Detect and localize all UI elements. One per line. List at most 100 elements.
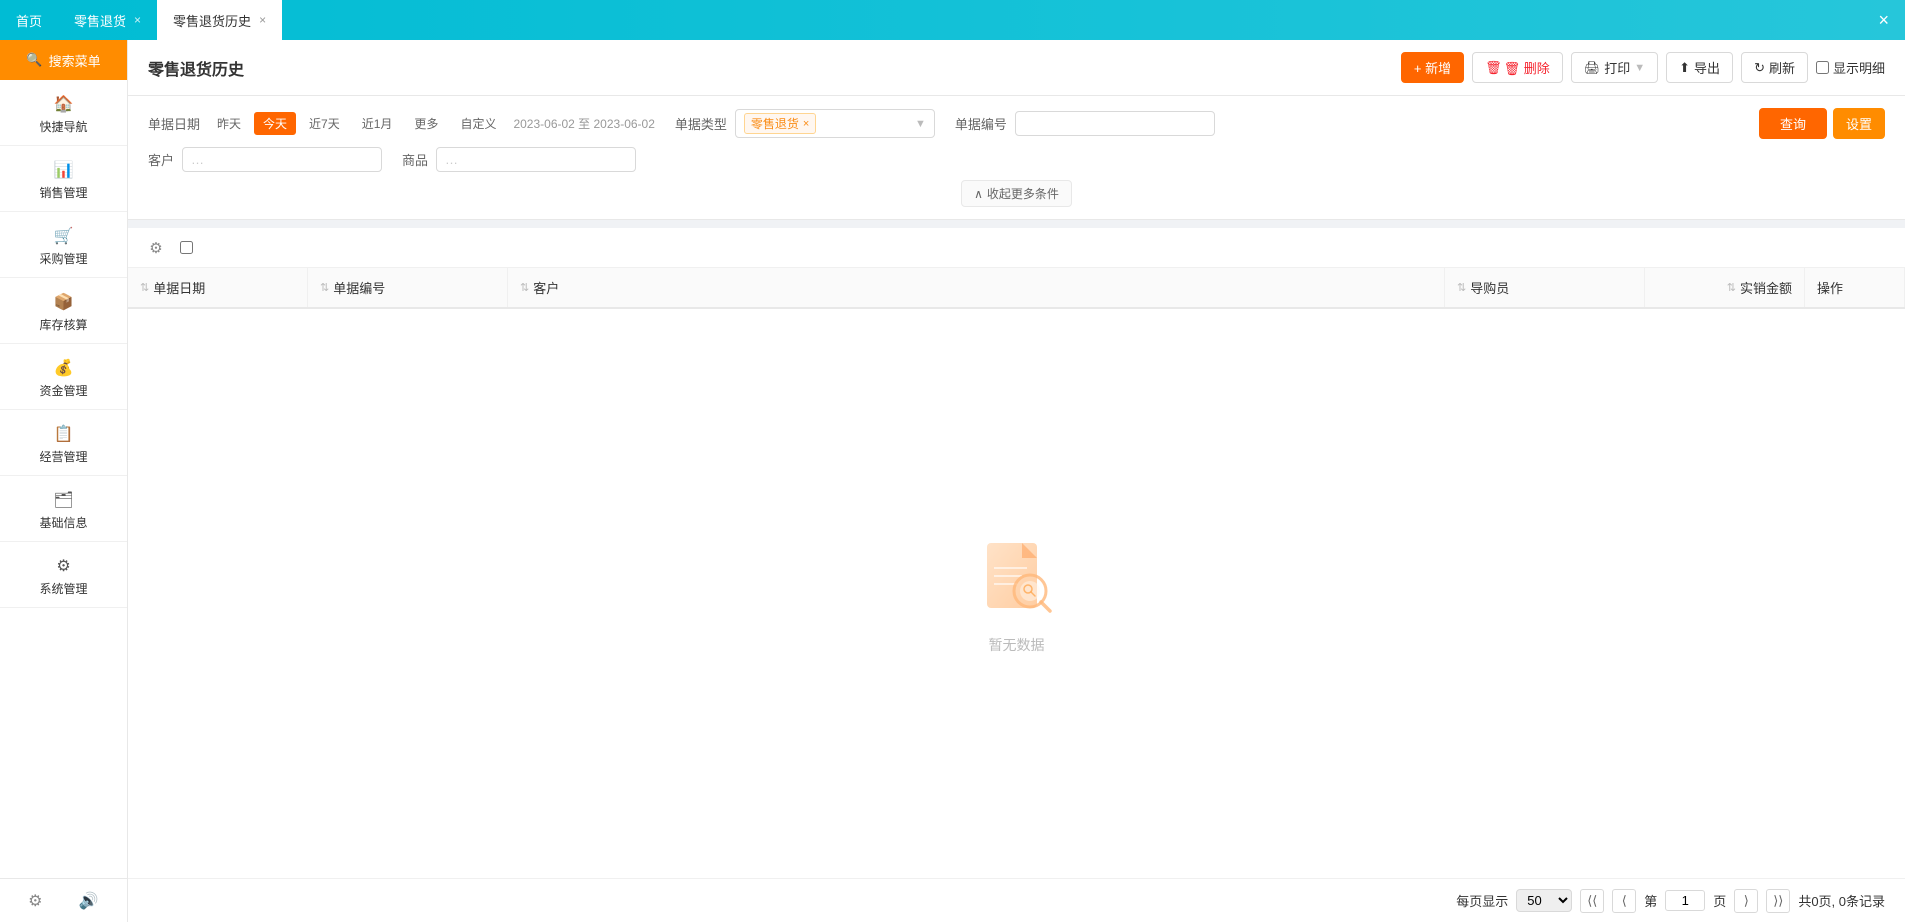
tab-retail-return[interactable]: 零售退货 × [58, 0, 157, 40]
th-number-sort: ⇅ [320, 281, 329, 294]
th-date[interactable]: ⇅ 单据日期 [128, 268, 308, 307]
th-customer-sort: ⇅ [520, 281, 529, 294]
total-text: 共0页, 0条记录 [1798, 891, 1885, 910]
sidebar-item-operations[interactable]: 📋 经营管理 [0, 410, 127, 476]
collapse-button[interactable]: ∧ 收起更多条件 [961, 180, 1072, 207]
sidebar-item-sales[interactable]: 📊 销售管理 [0, 146, 127, 212]
sidebar-item-basic-info[interactable]: 🗂 基础信息 [0, 476, 127, 542]
page-number-input[interactable] [1665, 890, 1705, 911]
tab-retail-return-history[interactable]: 零售退货历史 × [157, 0, 282, 40]
prev-page-button[interactable]: ⟨ [1612, 889, 1636, 913]
tab-retail-return-close[interactable]: × [134, 13, 141, 27]
filter-area: 单据日期 昨天 今天 近7天 近1月 更多 自定义 2023-06-02 至 2… [128, 96, 1905, 220]
filter-type: 单据类型 零售退货 × ▼ [675, 109, 935, 138]
tab-home[interactable]: 首页 [0, 0, 58, 40]
date-btn-today[interactable]: 今天 [254, 112, 296, 135]
first-page-button[interactable]: ⟨⟨ [1580, 889, 1604, 913]
goods-filter-label: 商品 [402, 150, 428, 169]
sidebar-item-purchase[interactable]: 🛒 采购管理 [0, 212, 127, 278]
date-filter-label: 单据日期 [148, 114, 200, 133]
date-btn-7days[interactable]: 近7天 [300, 112, 349, 135]
print-dropdown-icon: ▼ [1634, 62, 1645, 74]
sidebar-item-finance-label: 资金管理 [39, 382, 87, 399]
next-page-button[interactable]: ⟩ [1734, 889, 1758, 913]
filter-number: 单据编号 [955, 111, 1215, 136]
tab-retail-return-label: 零售退货 [74, 11, 126, 30]
delete-button[interactable]: 🗑 🗑 删除 [1472, 52, 1563, 83]
filter-goods: 商品 [402, 147, 636, 172]
type-tag-label: 零售退货 [751, 115, 799, 132]
th-amount-label: 实销金额 [1740, 278, 1792, 297]
filter-row-2: 客户 商品 [148, 147, 1885, 172]
th-number-label: 单据编号 [333, 278, 385, 297]
export-label: 导出 [1694, 58, 1720, 77]
th-guide-sort: ⇅ [1457, 281, 1466, 294]
sidebar-item-inventory-label: 库存核算 [39, 316, 87, 333]
sidebar-item-operations-label: 经营管理 [39, 448, 87, 465]
empty-text: 暂无数据 [989, 635, 1045, 655]
th-customer[interactable]: ⇅ 客户 [508, 268, 1445, 307]
filter-customer: 客户 [148, 147, 382, 172]
sidebar-item-basic-info-label: 基础信息 [39, 514, 87, 531]
date-btn-more[interactable]: 更多 [405, 112, 447, 135]
sidebar-item-quick-nav[interactable]: 🏠 快捷导航 [0, 80, 127, 146]
new-button[interactable]: + 新增 [1401, 52, 1464, 83]
display-detail-checkbox-group[interactable]: 显示明细 [1816, 58, 1885, 77]
table-toolbar: ⚙ [128, 228, 1905, 268]
th-action-label: 操作 [1817, 278, 1843, 297]
type-filter-select[interactable]: 零售退货 × ▼ [735, 109, 935, 138]
tab-home-label: 首页 [16, 11, 42, 30]
sidebar-item-finance[interactable]: 💰 资金管理 [0, 344, 127, 410]
pagination: 每页显示 50 100 200 ⟨⟨ ⟨ 第 页 ⟩ ⟩⟩ 共0页, 0条记录 [128, 878, 1905, 922]
refresh-button[interactable]: ↻ 刷新 [1741, 52, 1808, 83]
select-all-checkbox-cell[interactable] [168, 241, 204, 254]
tab-list: 首页 零售退货 × 零售退货历史 × [0, 0, 1862, 40]
query-button[interactable]: 查询 [1759, 108, 1827, 139]
print-button[interactable]: 🖨 打印 ▼ [1571, 52, 1658, 83]
customer-filter-label: 客户 [148, 150, 174, 169]
th-customer-label: 客户 [533, 278, 559, 297]
volume-icon[interactable]: 🔊 [79, 891, 99, 911]
sales-icon: 📊 [54, 160, 74, 180]
export-button[interactable]: ⬆ 导出 [1666, 52, 1733, 83]
action-buttons-right: 查询 设置 [1759, 108, 1885, 139]
date-buttons: 昨天 今天 近7天 近1月 更多 自定义 [208, 112, 505, 135]
type-tag-close[interactable]: × [803, 118, 809, 130]
filter-row-1: 单据日期 昨天 今天 近7天 近1月 更多 自定义 2023-06-02 至 2… [148, 108, 1885, 139]
display-detail-checkbox[interactable] [1816, 61, 1829, 74]
sidebar-menu: 🏠 快捷导航 📊 销售管理 🛒 采购管理 📦 库存核算 💰 资金管理 📋 [0, 80, 127, 878]
sidebar-search[interactable]: 🔍 搜索菜单 [0, 40, 127, 80]
export-icon: ⬆ [1679, 60, 1690, 76]
th-guide[interactable]: ⇅ 导购员 [1445, 268, 1645, 307]
empty-state: 暂无数据 [972, 533, 1062, 655]
th-amount[interactable]: ⇅ 实销金额 [1645, 268, 1805, 307]
type-filter-label: 单据类型 [675, 114, 727, 133]
display-detail-label: 显示明细 [1833, 58, 1885, 77]
customer-filter-input[interactable] [182, 147, 382, 172]
top-bar: 首页 零售退货 × 零售退货历史 × × [0, 0, 1905, 40]
date-btn-yesterday[interactable]: 昨天 [208, 112, 250, 135]
delete-label: 🗑 删除 [1504, 58, 1550, 77]
th-number[interactable]: ⇅ 单据编号 [308, 268, 508, 307]
date-btn-custom[interactable]: 自定义 [451, 112, 505, 135]
number-filter-input[interactable] [1015, 111, 1215, 136]
date-btn-1month[interactable]: 近1月 [353, 112, 402, 135]
last-page-button[interactable]: ⟩⟩ [1766, 889, 1790, 913]
empty-icon [972, 533, 1062, 623]
goods-filter-input[interactable] [436, 147, 636, 172]
page-size-select[interactable]: 50 100 200 [1516, 889, 1572, 912]
sidebar-item-inventory[interactable]: 📦 库存核算 [0, 278, 127, 344]
basic-info-icon: 🗂 [54, 490, 74, 510]
window-close-button[interactable]: × [1862, 10, 1905, 31]
th-amount-sort: ⇅ [1727, 281, 1736, 294]
sidebar-item-system[interactable]: ⚙ 系统管理 [0, 542, 127, 608]
type-tag-retail-return: 零售退货 × [744, 113, 816, 134]
sidebar-item-quick-nav-label: 快捷导航 [39, 118, 87, 135]
th-guide-label: 导购员 [1470, 278, 1509, 297]
settings-bottom-icon[interactable]: ⚙ [28, 891, 42, 911]
table-settings-icon[interactable]: ⚙ [144, 236, 168, 260]
print-label: 打印 [1604, 58, 1630, 77]
setting-button[interactable]: 设置 [1833, 108, 1885, 139]
tab-retail-return-history-close[interactable]: × [259, 13, 266, 27]
select-all-checkbox[interactable] [180, 241, 193, 254]
